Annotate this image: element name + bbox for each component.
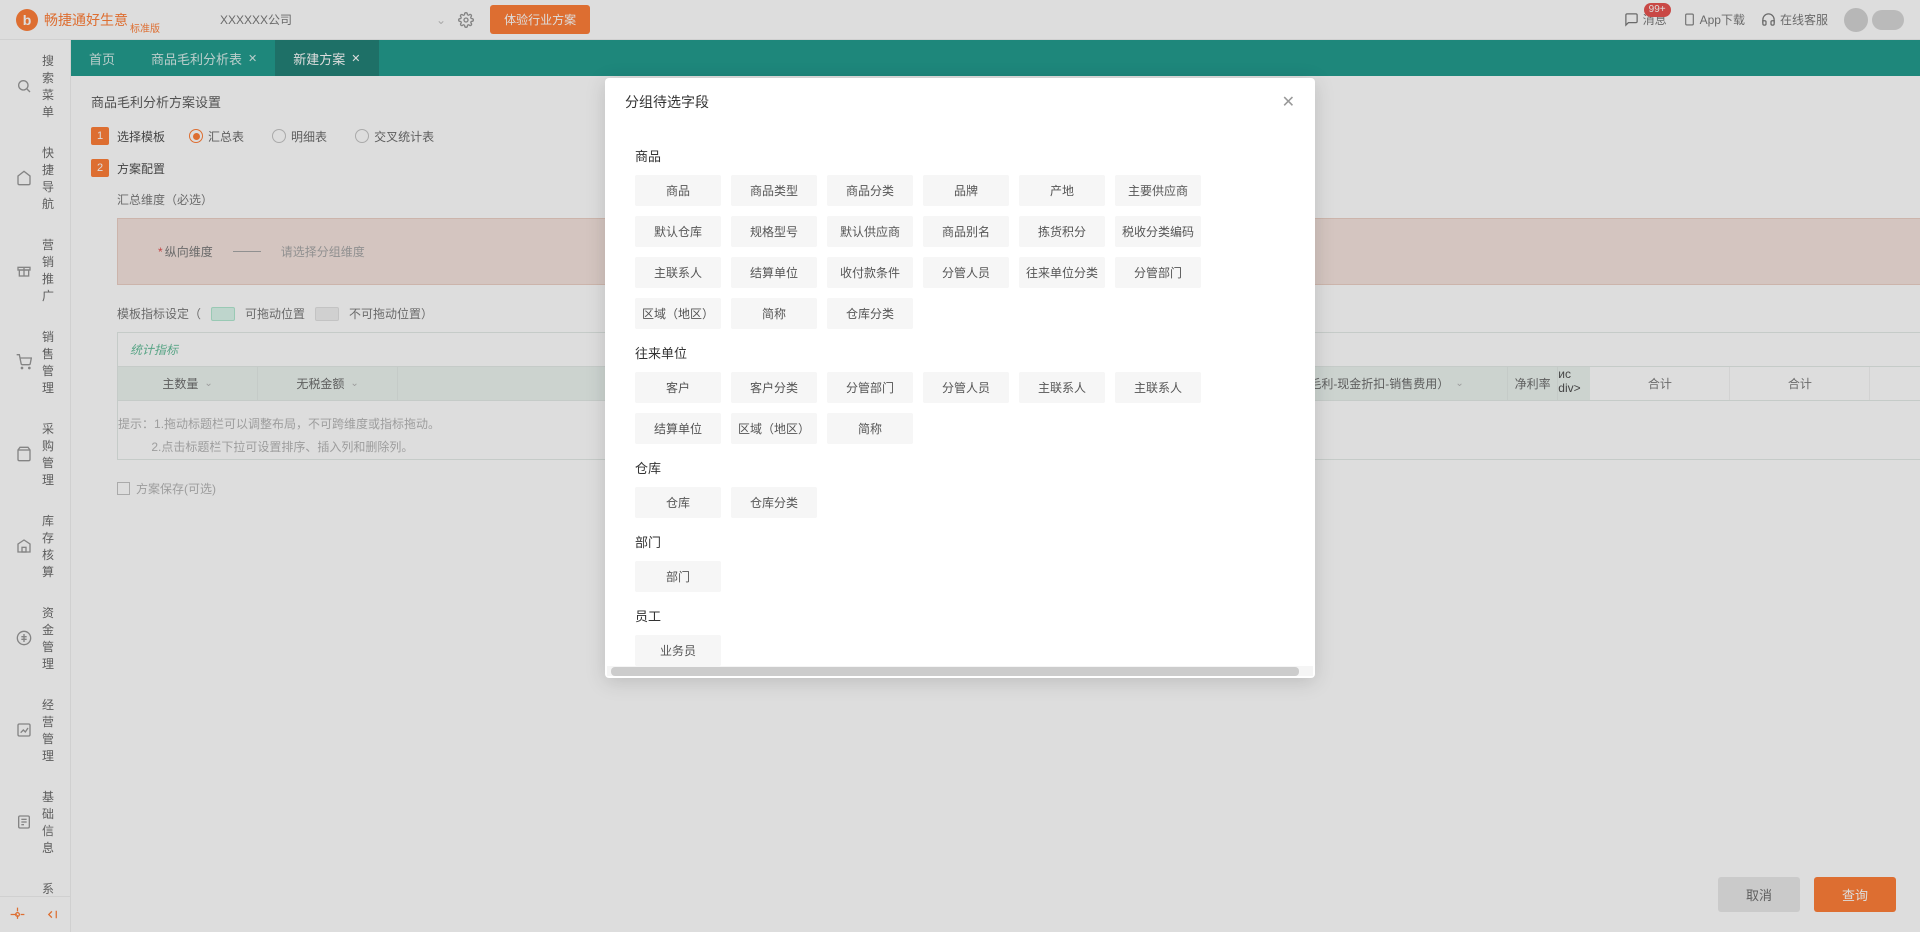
field-tag[interactable]: 主联系人 (1115, 372, 1201, 403)
field-tag[interactable]: 分管部门 (1115, 257, 1201, 288)
field-tag[interactable]: 分管部门 (827, 372, 913, 403)
field-group-title: 仓库 (635, 458, 1295, 477)
field-tag[interactable]: 简称 (731, 298, 817, 329)
field-tag[interactable]: 仓库 (635, 487, 721, 518)
field-tag[interactable]: 简称 (827, 413, 913, 444)
field-tags: 仓库仓库分类 (635, 487, 1295, 518)
field-tag[interactable]: 主联系人 (1019, 372, 1105, 403)
field-tag[interactable]: 收付款条件 (827, 257, 913, 288)
field-tag[interactable]: 规格型号 (731, 216, 817, 247)
field-tag[interactable]: 客户分类 (731, 372, 817, 403)
field-tag[interactable]: 结算单位 (731, 257, 817, 288)
field-group-title: 员工 (635, 606, 1295, 625)
field-tag[interactable]: 默认仓库 (635, 216, 721, 247)
field-group-title: 商品 (635, 146, 1295, 165)
modal-body: 商品商品商品类型商品分类品牌产地主要供应商默认仓库规格型号默认供应商商品别名拣货… (605, 126, 1315, 666)
field-tags: 客户客户分类分管部门分管人员主联系人主联系人结算单位区域（地区）简称 (635, 372, 1295, 444)
field-tag[interactable]: 仓库分类 (827, 298, 913, 329)
field-tag[interactable]: 品牌 (923, 175, 1009, 206)
field-tag[interactable]: 商品分类 (827, 175, 913, 206)
field-tag[interactable]: 商品别名 (923, 216, 1009, 247)
field-tag[interactable]: 拣货积分 (1019, 216, 1105, 247)
field-tag[interactable]: 主要供应商 (1115, 175, 1201, 206)
field-tag[interactable]: 区域（地区） (635, 298, 721, 329)
modal-title: 分组待选字段 (625, 92, 709, 112)
modal-header: 分组待选字段 ✕ (605, 78, 1315, 126)
field-tag[interactable]: 默认供应商 (827, 216, 913, 247)
field-tag[interactable]: 商品类型 (731, 175, 817, 206)
field-tag[interactable]: 主联系人 (635, 257, 721, 288)
field-tags: 业务员 (635, 635, 1295, 666)
modal-hscroll[interactable] (607, 666, 1313, 676)
field-tags: 部门 (635, 561, 1295, 592)
field-tag[interactable]: 产地 (1019, 175, 1105, 206)
field-tag[interactable]: 商品 (635, 175, 721, 206)
field-group-title: 往来单位 (635, 343, 1295, 362)
field-tag[interactable]: 往来单位分类 (1019, 257, 1105, 288)
field-tag[interactable]: 分管人员 (923, 372, 1009, 403)
field-tag[interactable]: 结算单位 (635, 413, 721, 444)
field-tag[interactable]: 客户 (635, 372, 721, 403)
field-tag[interactable]: 部门 (635, 561, 721, 592)
field-selector-modal: 分组待选字段 ✕ 商品商品商品类型商品分类品牌产地主要供应商默认仓库规格型号默认… (605, 78, 1315, 678)
field-group-title: 部门 (635, 532, 1295, 551)
field-tag[interactable]: 仓库分类 (731, 487, 817, 518)
field-tag[interactable]: 分管人员 (923, 257, 1009, 288)
field-tags: 商品商品类型商品分类品牌产地主要供应商默认仓库规格型号默认供应商商品别名拣货积分… (635, 175, 1295, 329)
close-icon[interactable]: ✕ (1282, 92, 1295, 112)
field-tag[interactable]: 区域（地区） (731, 413, 817, 444)
field-tag[interactable]: 税收分类编码 (1115, 216, 1201, 247)
field-tag[interactable]: 业务员 (635, 635, 721, 666)
modal-mask[interactable]: 分组待选字段 ✕ 商品商品商品类型商品分类品牌产地主要供应商默认仓库规格型号默认… (0, 0, 1920, 932)
